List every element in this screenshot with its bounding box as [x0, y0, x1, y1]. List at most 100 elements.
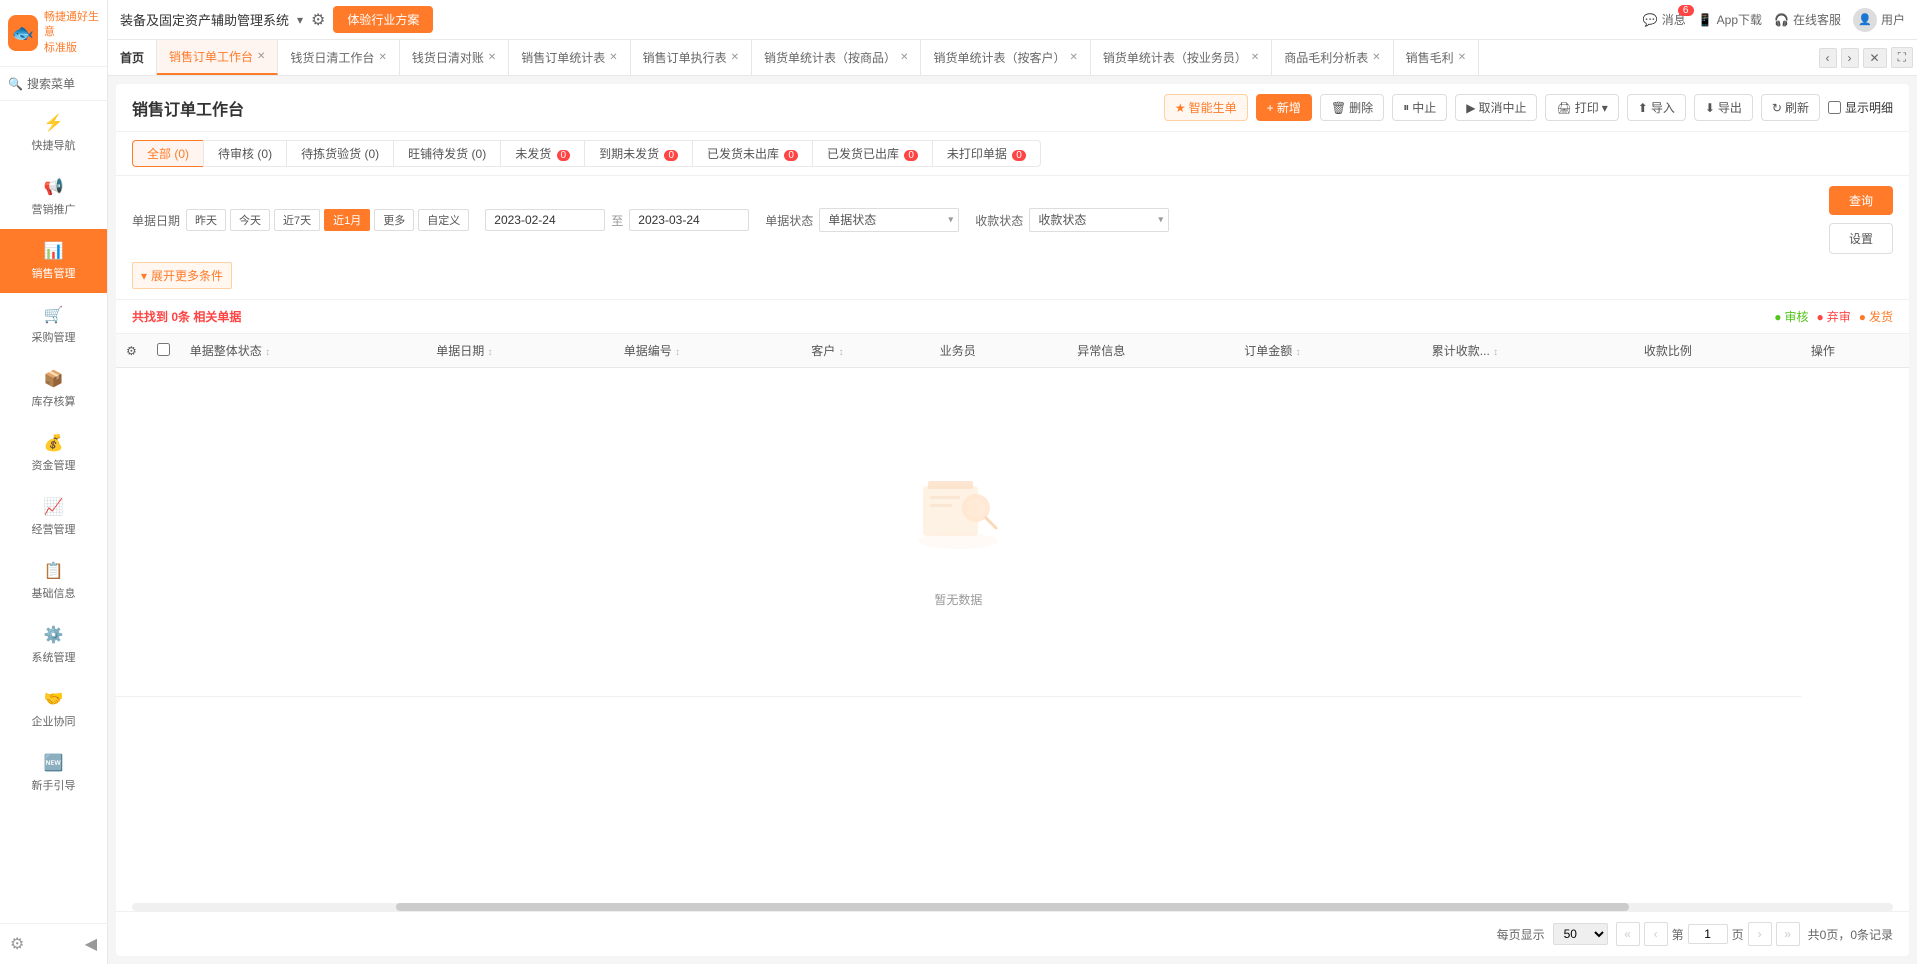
- experience-btn[interactable]: 体验行业方案: [333, 6, 433, 33]
- tab-sales-summary-product[interactable]: 销货单统计表（按商品） ✕: [752, 40, 921, 75]
- date-btn-7days[interactable]: 近7天: [274, 209, 320, 231]
- tab-sales-workbench-close[interactable]: ✕: [257, 51, 265, 62]
- expand-conditions-button[interactable]: ▾ 展开更多条件: [132, 262, 232, 289]
- filter-tab-not-printed[interactable]: 未打印单据 0: [932, 140, 1041, 167]
- import-button[interactable]: ⬆ 导入: [1627, 94, 1686, 121]
- show-detail-checkbox[interactable]: [1828, 101, 1841, 114]
- tab-sales-summary-customer[interactable]: 销货单统计表（按客户） ✕: [921, 40, 1090, 75]
- tab-sales-summary-customer-close[interactable]: ✕: [1069, 52, 1077, 63]
- page-next-btn[interactable]: ›: [1748, 922, 1772, 946]
- date-btn-yesterday[interactable]: 昨天: [186, 209, 226, 231]
- filter-tab-shipped-out[interactable]: 已发货已出库 0: [812, 140, 932, 167]
- cancel-review-button[interactable]: ● 弃审: [1816, 308, 1850, 325]
- scrollbar-thumb[interactable]: [396, 903, 1629, 911]
- tab-cash-daily-close[interactable]: ✕: [378, 52, 386, 63]
- review-button[interactable]: ● 审核: [1774, 308, 1808, 325]
- tab-sales-gross-close[interactable]: ✕: [1458, 52, 1466, 63]
- sidebar-item-marketing[interactable]: 📢 营销推广: [0, 165, 107, 229]
- app-download-button[interactable]: 📱 App下载: [1698, 11, 1762, 28]
- page-first-btn[interactable]: «: [1616, 922, 1640, 946]
- online-service-button[interactable]: 🎧 在线客服: [1774, 11, 1841, 28]
- resume-button[interactable]: ▶ 取消中止: [1455, 94, 1537, 121]
- page-prev-btn[interactable]: ‹: [1644, 922, 1668, 946]
- sidebar-item-inventory[interactable]: 📦 库存核算: [0, 357, 107, 421]
- add-button[interactable]: + 新增: [1256, 94, 1312, 121]
- date-btn-custom[interactable]: 自定义: [418, 209, 469, 231]
- user-menu[interactable]: 👤 用户: [1853, 8, 1905, 32]
- search-settings-button[interactable]: 设置: [1829, 223, 1893, 254]
- tab-sales-gross[interactable]: 销售毛利 ✕: [1394, 40, 1479, 75]
- horizontal-scrollbar[interactable]: [132, 903, 1893, 911]
- tab-sales-summary-staff-close[interactable]: ✕: [1251, 52, 1259, 63]
- date-btn-today[interactable]: 今天: [230, 209, 270, 231]
- filter-tab-not-shipped[interactable]: 未发货 0: [500, 140, 584, 167]
- smart-create-button[interactable]: ★ 智能生单: [1164, 94, 1248, 121]
- col-amount[interactable]: 订单金额: [1234, 334, 1422, 368]
- collapse-sidebar-icon[interactable]: ◀: [85, 934, 97, 954]
- tab-home[interactable]: 首页: [108, 40, 157, 75]
- tabs-next-btn[interactable]: ›: [1841, 48, 1859, 68]
- tabs-prev-btn[interactable]: ‹: [1819, 48, 1837, 68]
- sidebar-item-operations[interactable]: 📈 经营管理: [0, 485, 107, 549]
- refresh-button[interactable]: ↻ 刷新: [1761, 94, 1820, 121]
- query-button[interactable]: 查询: [1829, 186, 1893, 215]
- sidebar-item-quick-nav[interactable]: ⚡ 快捷导航: [0, 101, 107, 165]
- filter-tab-wangpu[interactable]: 旺铺待发货 (0): [393, 140, 500, 167]
- page-number-input[interactable]: [1688, 924, 1728, 944]
- tab-close-all-btn[interactable]: ✕: [1863, 48, 1887, 68]
- date-from-input[interactable]: [485, 209, 605, 231]
- sidebar-item-sales[interactable]: 📊 销售管理: [0, 229, 107, 293]
- tab-gross-margin[interactable]: 商品毛利分析表 ✕: [1272, 40, 1393, 75]
- filter-tab-pending-inspect[interactable]: 待拣货验货 (0): [286, 140, 393, 167]
- tab-sales-workbench[interactable]: 销售订单工作台 ✕: [157, 40, 278, 75]
- page-size-select[interactable]: 10 20 50 100: [1553, 923, 1608, 945]
- sidebar-item-finance[interactable]: 💰 资金管理: [0, 421, 107, 485]
- sidebar-label-quick-nav: 快捷导航: [32, 137, 76, 153]
- col-salesman: 业务员: [930, 334, 1068, 368]
- messages-button[interactable]: 💬 消息 6: [1643, 11, 1686, 28]
- filter-tab-shipped-not-out[interactable]: 已发货未出库 0: [692, 140, 812, 167]
- export-button[interactable]: ⬇ 导出: [1694, 94, 1753, 121]
- tab-gross-margin-close[interactable]: ✕: [1372, 52, 1380, 63]
- ship-button[interactable]: ● 发货: [1859, 308, 1893, 325]
- show-detail-toggle[interactable]: 显示明细: [1828, 99, 1893, 116]
- sidebar-item-purchase[interactable]: 🛒 采购管理: [0, 293, 107, 357]
- date-to-input[interactable]: [629, 209, 749, 231]
- tab-sales-exec-close[interactable]: ✕: [731, 52, 739, 63]
- header-system-dropdown[interactable]: ▾: [297, 13, 303, 27]
- filter-tab-pending-review[interactable]: 待审核 (0): [203, 140, 286, 167]
- filter-tab-all[interactable]: 全部 (0): [132, 140, 203, 167]
- date-btn-1month[interactable]: 近1月: [324, 209, 370, 231]
- page-last-btn[interactable]: »: [1776, 922, 1800, 946]
- col-collected[interactable]: 累计收款...: [1422, 334, 1634, 368]
- date-btn-more[interactable]: 更多: [374, 209, 414, 231]
- sidebar-item-guide[interactable]: 🆕 新手引导: [0, 741, 107, 805]
- col-number[interactable]: 单据编号: [614, 334, 802, 368]
- col-date[interactable]: 单据日期: [426, 334, 614, 368]
- delete-button[interactable]: 🗑 删除: [1320, 94, 1384, 121]
- print-button[interactable]: 🖨 打印 ▾: [1545, 94, 1618, 121]
- sidebar-item-cooperation[interactable]: 🤝 企业协同: [0, 677, 107, 741]
- page-actions: ★ 智能生单 + 新增 🗑 删除 ⏸ 中止 ▶ 取消中止: [1164, 94, 1893, 121]
- status-select[interactable]: 单据状态: [819, 208, 959, 232]
- filter-tab-overdue[interactable]: 到期未发货 0: [584, 140, 692, 167]
- tab-cash-daily[interactable]: 钱货日清工作台 ✕: [278, 40, 399, 75]
- search-menu-button[interactable]: 🔍 搜索菜单: [0, 67, 107, 101]
- tab-sales-summary-staff[interactable]: 销货单统计表（按业务员） ✕: [1091, 40, 1272, 75]
- sidebar-item-basic-info[interactable]: 📋 基础信息: [0, 549, 107, 613]
- settings-gear-icon[interactable]: ⚙: [10, 934, 24, 954]
- tab-cash-reconcile-close[interactable]: ✕: [488, 52, 496, 63]
- tab-sales-stats[interactable]: 销售订单统计表 ✕: [509, 40, 630, 75]
- tab-fullscreen-btn[interactable]: ⛶: [1891, 47, 1913, 68]
- col-status[interactable]: 单据整体状态: [180, 334, 426, 368]
- tab-cash-reconcile[interactable]: 钱货日清对账 ✕: [400, 40, 509, 75]
- tab-sales-summary-product-close[interactable]: ✕: [900, 52, 908, 63]
- header-settings-icon[interactable]: ⚙: [311, 10, 325, 30]
- tab-sales-exec[interactable]: 销售订单执行表 ✕: [631, 40, 752, 75]
- select-all-checkbox[interactable]: [157, 343, 170, 356]
- payment-select[interactable]: 收款状态: [1029, 208, 1169, 232]
- pause-button[interactable]: ⏸ 中止: [1392, 94, 1447, 121]
- sidebar-item-system[interactable]: ⚙️ 系统管理: [0, 613, 107, 677]
- tab-sales-stats-close[interactable]: ✕: [609, 52, 617, 63]
- col-customer[interactable]: 客户: [801, 334, 930, 368]
